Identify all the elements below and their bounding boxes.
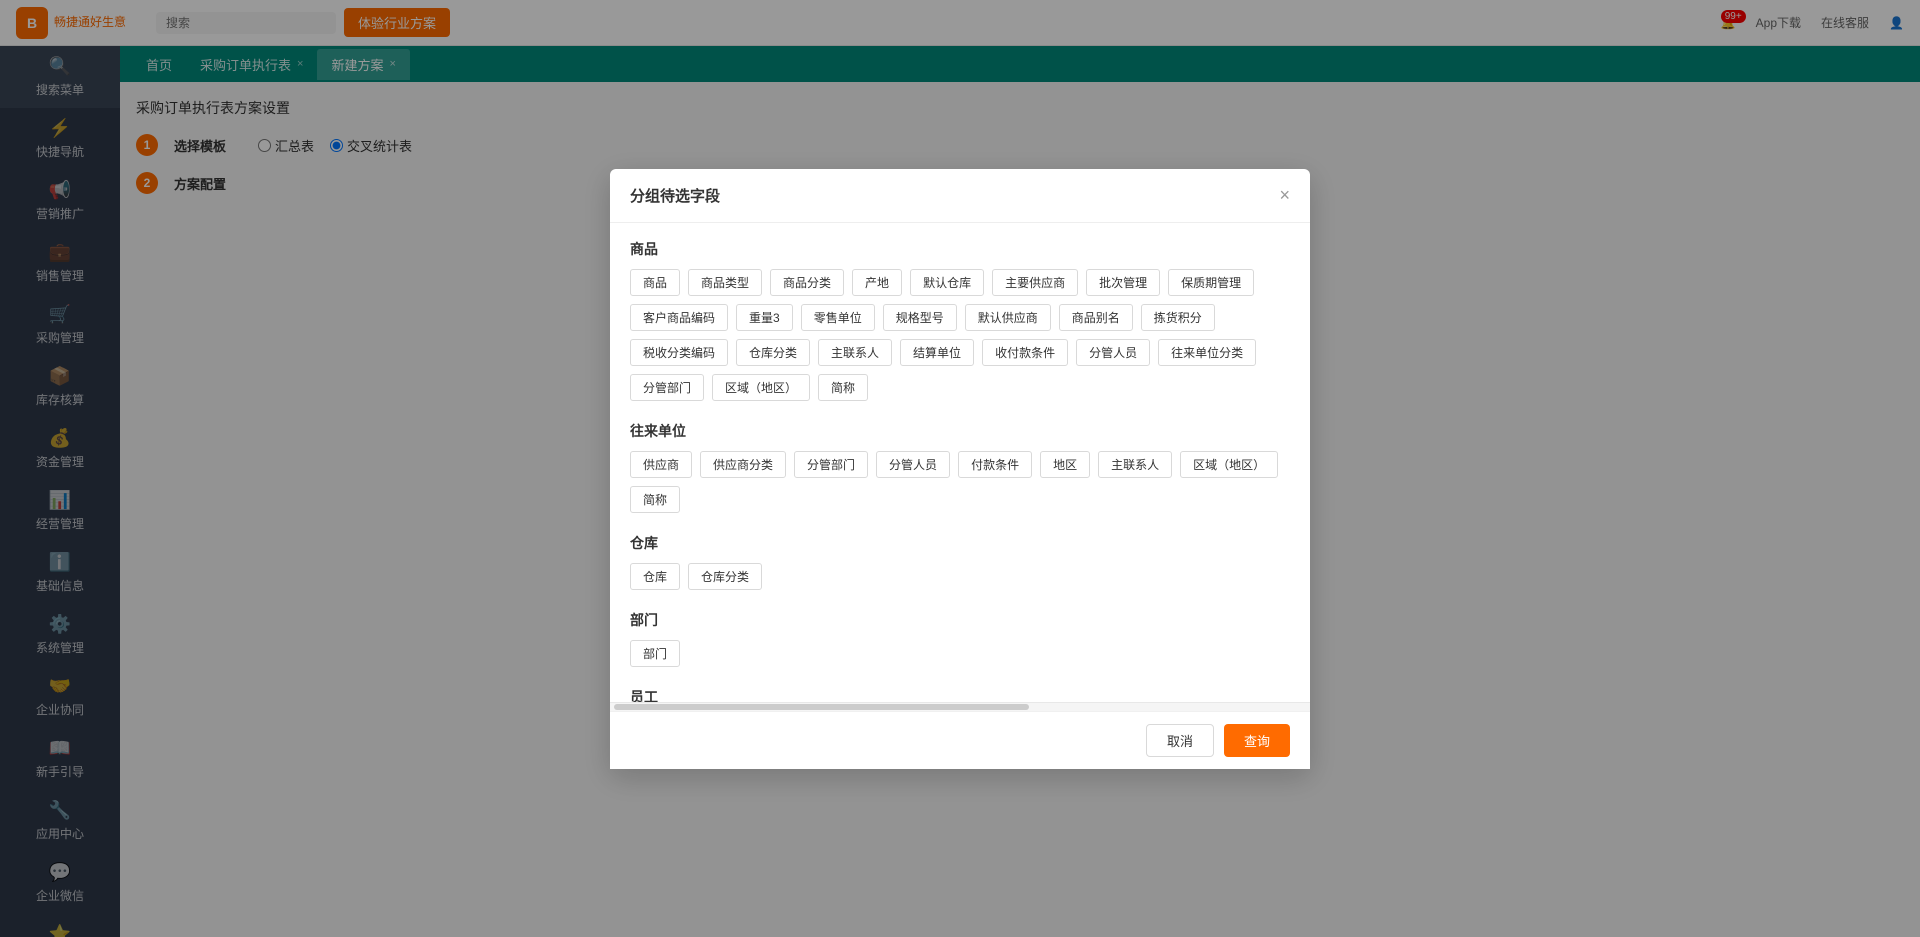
field-tag[interactable]: 分管部门	[630, 374, 704, 401]
dialog-horizontal-scrollbar[interactable]	[610, 702, 1310, 711]
section-warehouse: 仓库 仓库 仓库分类	[630, 533, 1290, 590]
field-tag[interactable]: 仓库分类	[736, 339, 810, 366]
field-tag[interactable]: 简称	[818, 374, 868, 401]
field-tag[interactable]: 默认供应商	[965, 304, 1051, 331]
section-department: 部门 部门	[630, 610, 1290, 667]
field-tag[interactable]: 供应商	[630, 451, 692, 478]
field-tag[interactable]: 分管人员	[1076, 339, 1150, 366]
field-tag[interactable]: 默认仓库	[910, 269, 984, 296]
field-tag[interactable]: 商品	[630, 269, 680, 296]
section-warehouse-title: 仓库	[630, 533, 1290, 553]
field-tag[interactable]: 重量3	[736, 304, 793, 331]
field-tag[interactable]: 税收分类编码	[630, 339, 728, 366]
field-tag[interactable]: 往来单位分类	[1158, 339, 1256, 366]
field-tag[interactable]: 供应商分类	[700, 451, 786, 478]
section-partner-tags: 供应商 供应商分类 分管部门 分管人员 付款条件 地区 主联系人 区域（地区） …	[630, 451, 1290, 513]
field-tag[interactable]: 商品类型	[688, 269, 762, 296]
field-tag[interactable]: 主要供应商	[992, 269, 1078, 296]
field-tag[interactable]: 商品分类	[770, 269, 844, 296]
dialog-body: 商品 商品 商品类型 商品分类 产地 默认仓库 主要供应商 批次管理 保质期管理…	[610, 223, 1310, 702]
section-department-tags: 部门	[630, 640, 1290, 667]
section-department-title: 部门	[630, 610, 1290, 630]
field-tag[interactable]: 拣货积分	[1141, 304, 1215, 331]
section-warehouse-tags: 仓库 仓库分类	[630, 563, 1290, 590]
section-staff: 员工 业务员	[630, 687, 1290, 702]
field-tag[interactable]: 零售单位	[801, 304, 875, 331]
field-tag[interactable]: 保质期管理	[1168, 269, 1254, 296]
field-tag[interactable]: 部门	[630, 640, 680, 667]
dialog-confirm-button[interactable]: 查询	[1224, 724, 1290, 757]
field-tag[interactable]: 商品别名	[1059, 304, 1133, 331]
field-tag[interactable]: 主联系人	[1098, 451, 1172, 478]
dialog-cancel-button[interactable]: 取消	[1146, 724, 1214, 757]
field-tag[interactable]: 产地	[852, 269, 902, 296]
dialog: 分组待选字段 × 商品 商品 商品类型 商品分类 产地 默认仓库 主要供应商 批…	[610, 169, 1310, 769]
field-tag[interactable]: 分管部门	[794, 451, 868, 478]
dialog-footer: 取消 查询	[610, 711, 1310, 769]
field-tag[interactable]: 结算单位	[900, 339, 974, 366]
section-staff-title: 员工	[630, 687, 1290, 702]
section-partner: 往来单位 供应商 供应商分类 分管部门 分管人员 付款条件 地区 主联系人 区域…	[630, 421, 1290, 513]
section-goods-tags: 商品 商品类型 商品分类 产地 默认仓库 主要供应商 批次管理 保质期管理 客户…	[630, 269, 1290, 401]
field-tag[interactable]: 区域（地区）	[712, 374, 810, 401]
field-tag[interactable]: 付款条件	[958, 451, 1032, 478]
field-tag[interactable]: 批次管理	[1086, 269, 1160, 296]
field-tag[interactable]: 区域（地区）	[1180, 451, 1278, 478]
field-tag[interactable]: 分管人员	[876, 451, 950, 478]
field-tag[interactable]: 仓库分类	[688, 563, 762, 590]
section-goods-title: 商品	[630, 239, 1290, 259]
hscroll-thumb	[614, 704, 1029, 710]
field-tag[interactable]: 简称	[630, 486, 680, 513]
field-tag[interactable]: 仓库	[630, 563, 680, 590]
field-tag[interactable]: 收付款条件	[982, 339, 1068, 366]
modal-overlay: 分组待选字段 × 商品 商品 商品类型 商品分类 产地 默认仓库 主要供应商 批…	[0, 0, 1920, 937]
field-tag[interactable]: 规格型号	[883, 304, 957, 331]
dialog-title: 分组待选字段	[630, 185, 720, 206]
section-goods: 商品 商品 商品类型 商品分类 产地 默认仓库 主要供应商 批次管理 保质期管理…	[630, 239, 1290, 401]
field-tag[interactable]: 主联系人	[818, 339, 892, 366]
field-tag[interactable]: 地区	[1040, 451, 1090, 478]
dialog-close-button[interactable]: ×	[1279, 186, 1290, 204]
section-partner-title: 往来单位	[630, 421, 1290, 441]
dialog-header: 分组待选字段 ×	[610, 169, 1310, 223]
field-tag[interactable]: 客户商品编码	[630, 304, 728, 331]
